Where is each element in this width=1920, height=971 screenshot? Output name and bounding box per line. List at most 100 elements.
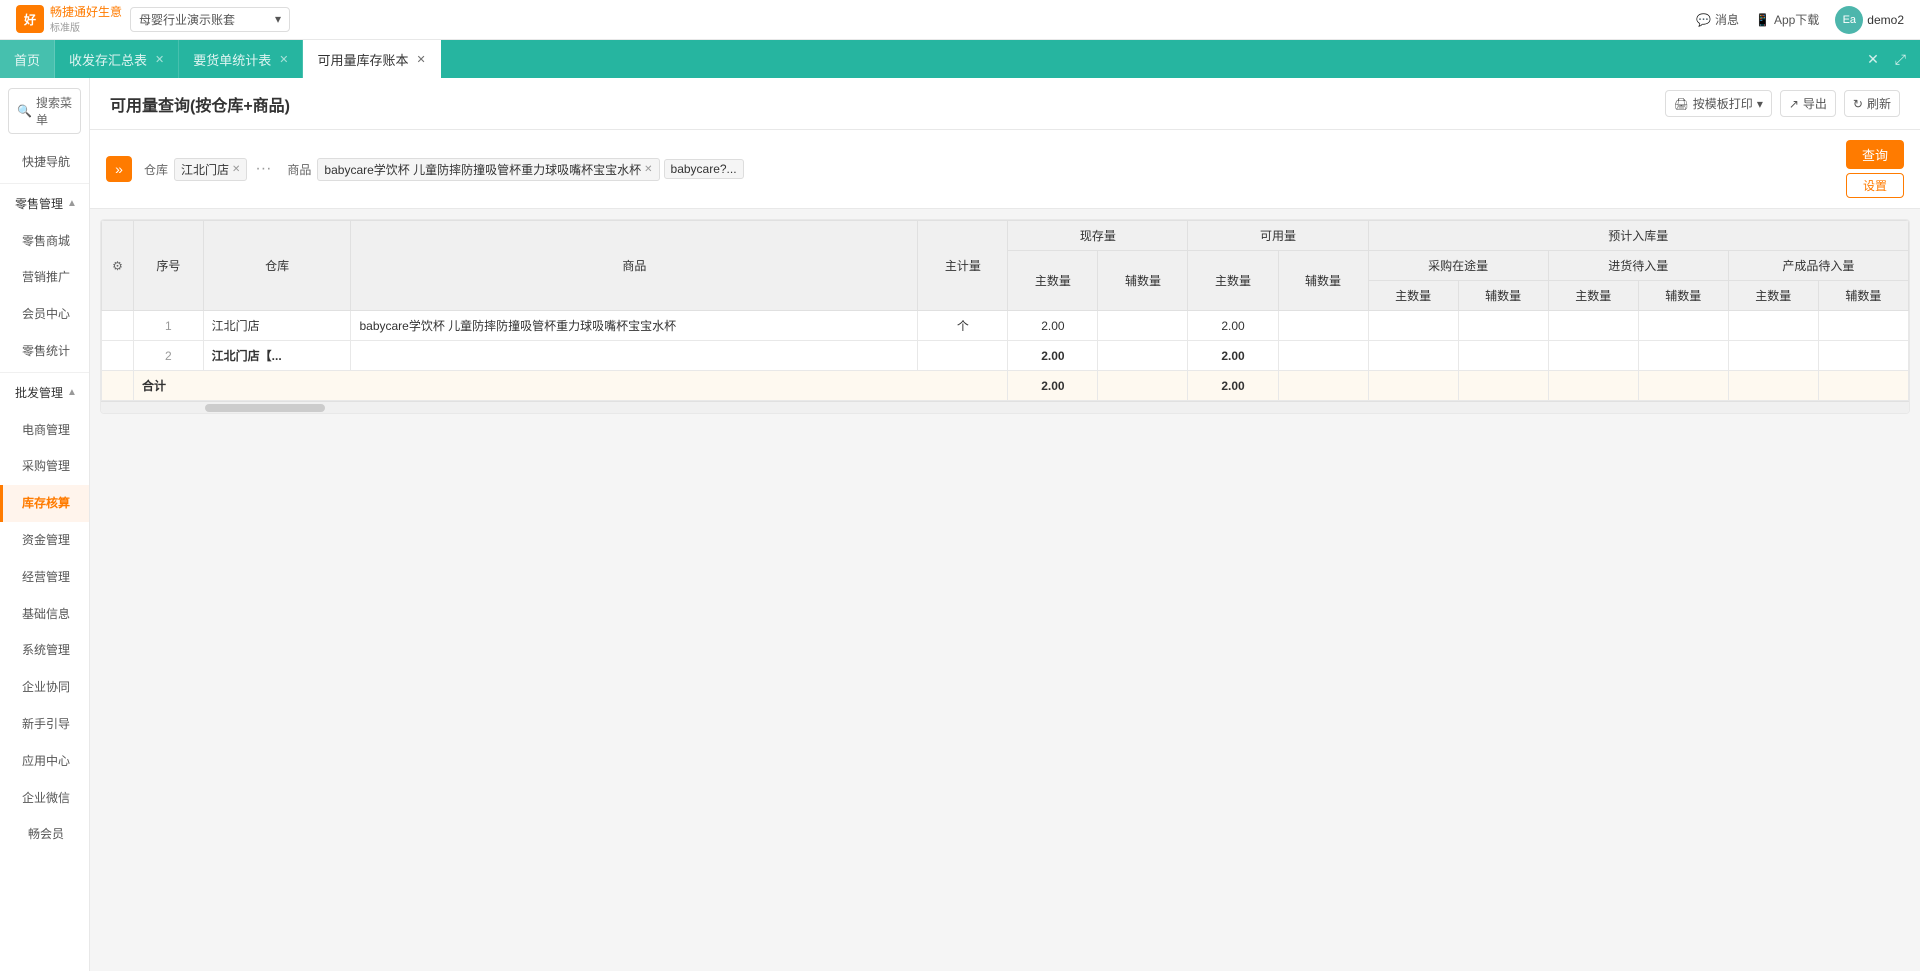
sidebar-item-basic[interactable]: 基础信息 xyxy=(0,596,89,633)
query-button[interactable]: 查询 xyxy=(1846,140,1904,169)
row-available-main: 2.00 xyxy=(1188,341,1278,371)
summary-purchase-main xyxy=(1368,371,1458,401)
message-icon: 💬 xyxy=(1696,13,1711,27)
tenant-selector[interactable]: 母婴行业演示账套 ▾ xyxy=(130,7,290,32)
sidebar-item-operations[interactable]: 经营管理 xyxy=(0,559,89,596)
data-table-container: ⚙ 序号 仓库 商品 主计量 现存量 可用量 预计入库量 主数量 辅数量 主数量 xyxy=(100,219,1910,414)
remove-tag-icon[interactable]: ✕ xyxy=(644,164,652,175)
current-aux-qty-header: 辅数量 xyxy=(1098,251,1188,311)
maximize-icon[interactable]: ⤢ xyxy=(1891,47,1910,72)
search-area: 🔍 搜索菜单 xyxy=(0,78,89,144)
row-production-aux xyxy=(1818,311,1908,341)
sidebar-item-guide[interactable]: 新手引导 xyxy=(0,706,89,743)
row-warehouse: 江北门店【... xyxy=(203,341,351,371)
product-tag-2[interactable]: babycare?... xyxy=(664,159,744,179)
row-purchase-aux xyxy=(1458,311,1548,341)
top-bar: 好 畅捷通好生意 标准版 母婴行业演示账套 ▾ 💬 消息 📱 App下载 Ea … xyxy=(0,0,1920,40)
download-icon: 📱 xyxy=(1755,13,1770,27)
app-download-button[interactable]: 📱 App下载 xyxy=(1755,11,1819,28)
print-button[interactable]: 🖨 按模板打印 ▾ xyxy=(1665,90,1772,117)
logo-icon: 好 xyxy=(16,5,44,33)
unit-col-header: 主计量 xyxy=(918,221,1008,311)
remove-tag-icon[interactable]: ✕ xyxy=(232,164,240,175)
row-current-main: 2.00 xyxy=(1008,311,1098,341)
search-menu-button[interactable]: 🔍 搜索菜单 xyxy=(8,88,81,134)
scroll-bar[interactable] xyxy=(101,401,1909,413)
chevron-icon: ▲ xyxy=(67,197,77,211)
top-bar-left: 好 畅捷通好生意 标准版 母婴行业演示账套 ▾ xyxy=(16,5,290,34)
warehouse-filter: 仓库 江北门店 ✕ ··· xyxy=(144,158,275,181)
sidebar-item-quick-nav[interactable]: 快捷导航 xyxy=(0,144,89,181)
table-row: 1 江北门店 babycare学饮杯 儿童防摔防撞吸管杯重力球吸嘴杯宝宝水杯 个… xyxy=(102,311,1909,341)
purchase-group-header: 采购在途量 xyxy=(1368,251,1548,281)
warehouse-tags: 江北门店 ✕ ··· xyxy=(174,158,275,181)
scroll-thumb[interactable] xyxy=(205,404,325,412)
row-incoming-main xyxy=(1548,311,1638,341)
summary-current-aux xyxy=(1098,371,1188,401)
page-header: 可用量查询(按仓库+商品) 🖨 按模板打印 ▾ ↗ 导出 ↻ 刷新 xyxy=(90,78,1920,130)
summary-available-aux xyxy=(1278,371,1368,401)
planned-group-header: 预计入库量 xyxy=(1368,221,1908,251)
main-layout: 🔍 搜索菜单 快捷导航 零售管理 ▲ 零售商城 营销推广 会员中心 零售统计 批… xyxy=(0,78,1920,971)
available-aux-qty-header: 辅数量 xyxy=(1278,251,1368,311)
close-icon[interactable]: ✕ xyxy=(279,53,288,66)
incoming-group-header: 进货待入量 xyxy=(1548,251,1728,281)
refresh-button[interactable]: ↻ 刷新 xyxy=(1844,90,1900,117)
row-unit xyxy=(918,341,1008,371)
close-icon[interactable]: ✕ xyxy=(417,53,426,66)
sidebar-item-finance[interactable]: 资金管理 xyxy=(0,522,89,559)
row-incoming-main xyxy=(1548,341,1638,371)
sidebar-item-purchase[interactable]: 采购管理 xyxy=(0,448,89,485)
product-tags: babycare学饮杯 儿童防摔防撞吸管杯重力球吸嘴杯宝宝水杯 ✕ babyca… xyxy=(317,158,743,181)
sidebar-item-wxwork[interactable]: 企业微信 xyxy=(0,780,89,817)
tab-home[interactable]: 首页 xyxy=(0,40,55,78)
user-menu[interactable]: Ea demo2 xyxy=(1835,6,1904,34)
sidebar: 🔍 搜索菜单 快捷导航 零售管理 ▲ 零售商城 营销推广 会员中心 零售统计 批… xyxy=(0,78,90,971)
summary-label: 合计 xyxy=(134,371,1008,401)
tab-receipts[interactable]: 收发存汇总表 ✕ xyxy=(55,40,179,78)
sidebar-item-appcenter[interactable]: 应用中心 xyxy=(0,743,89,780)
row-purchase-main xyxy=(1368,311,1458,341)
row-production-main xyxy=(1728,341,1818,371)
product-filter: 商品 babycare学饮杯 儿童防摔防撞吸管杯重力球吸嘴杯宝宝水杯 ✕ bab… xyxy=(287,158,743,181)
close-window-icon[interactable]: ✕ xyxy=(1863,47,1883,72)
sidebar-item-retail[interactable]: 零售管理 ▲ xyxy=(0,186,89,223)
no-col-header: 序号 xyxy=(134,221,204,311)
tab-available-stock[interactable]: 可用量库存账本 ✕ xyxy=(303,40,440,78)
setting-button[interactable]: 设置 xyxy=(1846,173,1904,198)
export-button[interactable]: ↗ 导出 xyxy=(1780,90,1836,117)
tab-order-summary[interactable]: 要货单统计表 ✕ xyxy=(179,40,303,78)
warehouse-tag[interactable]: 江北门店 ✕ xyxy=(174,158,247,181)
sidebar-item-member[interactable]: 会员中心 xyxy=(0,296,89,333)
chevron-down-icon: ▾ xyxy=(1757,97,1763,111)
sidebar-item-inventory[interactable]: 库存核算 xyxy=(0,485,89,522)
row-incoming-aux xyxy=(1638,311,1728,341)
sidebar-item-marketing[interactable]: 营销推广 xyxy=(0,259,89,296)
summary-production-main xyxy=(1728,371,1818,401)
product-col-header: 商品 xyxy=(351,221,918,311)
filter-bar: » 仓库 江北门店 ✕ ··· 商品 babycare学饮杯 儿童防摔防撞吸管杯… xyxy=(90,130,1920,209)
close-icon[interactable]: ✕ xyxy=(155,53,164,66)
gear-icon[interactable]: ⚙ xyxy=(112,259,123,273)
chevron-down-icon: ▾ xyxy=(275,12,281,26)
more-filters-icon[interactable]: ··· xyxy=(251,158,275,180)
search-icon: 🔍 xyxy=(17,104,32,118)
summary-incoming-main xyxy=(1548,371,1638,401)
sidebar-item-wholesale[interactable]: 批发管理 ▲ xyxy=(0,375,89,412)
sidebar-item-system[interactable]: 系统管理 xyxy=(0,632,89,669)
row-available-main: 2.00 xyxy=(1188,311,1278,341)
sidebar-item-member2[interactable]: 畅会员 xyxy=(0,816,89,853)
sidebar-item-enterprise[interactable]: 企业协同 xyxy=(0,669,89,706)
sidebar-item-ecommerce[interactable]: 电商管理 xyxy=(0,412,89,449)
purchase-aux-qty-header: 辅数量 xyxy=(1458,281,1548,311)
product-tag-1[interactable]: babycare学饮杯 儿童防摔防撞吸管杯重力球吸嘴杯宝宝水杯 ✕ xyxy=(317,158,659,181)
tab-receipts-label: 收发存汇总表 xyxy=(69,50,147,69)
sidebar-item-retail-stats[interactable]: 零售统计 xyxy=(0,333,89,370)
filter-toggle-button[interactable]: » xyxy=(106,156,132,182)
message-button[interactable]: 💬 消息 xyxy=(1696,11,1739,28)
row-production-aux xyxy=(1818,341,1908,371)
double-arrow-icon: » xyxy=(115,161,123,177)
chevron-icon: ▲ xyxy=(67,386,77,400)
sidebar-item-retail-mall[interactable]: 零售商城 xyxy=(0,223,89,260)
row-current-main: 2.00 xyxy=(1008,341,1098,371)
